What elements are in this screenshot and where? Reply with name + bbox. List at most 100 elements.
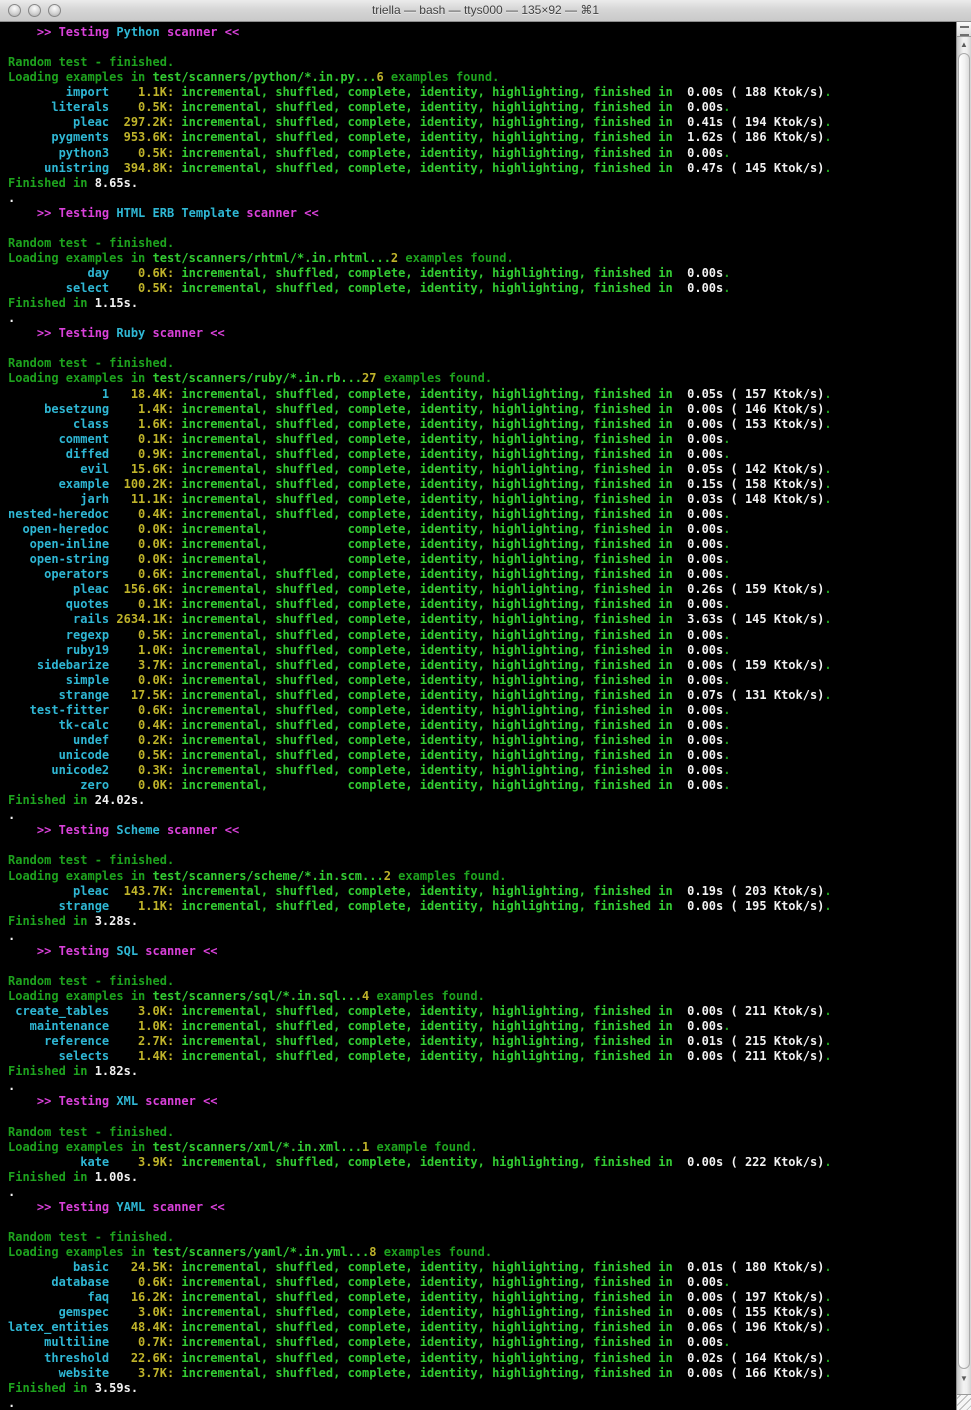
terminal-text-segment: . bbox=[824, 688, 831, 702]
terminal-line: >> Testing SQL scanner << bbox=[8, 944, 956, 959]
terminal-text-segment: incremental, shuffled, complete, identit… bbox=[174, 612, 673, 626]
terminal-text-segment: Loading examples in bbox=[8, 989, 153, 1003]
terminal-text-segment: comment bbox=[8, 432, 109, 446]
terminal-text-segment: . bbox=[8, 808, 15, 822]
terminal-text-segment: . bbox=[723, 1275, 730, 1289]
terminal-line: database 0.6K: incremental, shuffled, co… bbox=[8, 1275, 956, 1290]
terminal-text-segment: Finished in bbox=[8, 793, 95, 807]
resize-grip[interactable] bbox=[957, 1394, 971, 1410]
terminal-text-segment: Random test - finished. bbox=[8, 356, 174, 370]
terminal-text-segment: test/scanners/scheme/*.in.scm... bbox=[153, 869, 384, 883]
terminal-text-segment: create_tables bbox=[8, 1004, 109, 1018]
terminal-text-segment: . bbox=[8, 929, 15, 943]
terminal-text-segment: 24.02s. bbox=[95, 793, 146, 807]
window-title: triella — bash — ttys000 — 135×92 — ⌘1 bbox=[0, 0, 971, 22]
terminal-text-segment: scanner << bbox=[145, 326, 224, 340]
terminal-text-segment: . bbox=[824, 1004, 831, 1018]
terminal-text-segment: website bbox=[8, 1366, 109, 1380]
terminal-text-segment: . bbox=[723, 281, 730, 295]
terminal-text-segment: ( 158 Ktok/s) bbox=[723, 477, 824, 491]
terminal-text-segment: >> Testing bbox=[8, 25, 116, 39]
terminal-text-segment: >> Testing bbox=[8, 823, 116, 837]
terminal-text-segment: examples found. bbox=[376, 371, 492, 385]
terminal-text-segment: pygments bbox=[8, 130, 109, 144]
terminal-line: >> Testing YAML scanner << bbox=[8, 1200, 956, 1215]
terminal-text-segment: . bbox=[8, 1079, 15, 1093]
terminal-text-segment: 1.4K: bbox=[109, 1049, 174, 1063]
terminal-text-segment: ( 211 Ktok/s) bbox=[723, 1004, 824, 1018]
terminal-text-segment: 0.00s bbox=[673, 1019, 724, 1033]
terminal-text-segment: test/scanners/sql/*.in.sql... bbox=[153, 989, 363, 1003]
terminal-text-segment: . bbox=[723, 628, 730, 642]
terminal-line: unistring 394.8K: incremental, shuffled,… bbox=[8, 161, 956, 176]
terminal-text-segment: pleac bbox=[8, 884, 109, 898]
terminal-text-segment: Random test - finished. bbox=[8, 974, 174, 988]
terminal-text-segment: 297.2K: bbox=[109, 115, 174, 129]
terminal-text-segment: scanner << bbox=[160, 823, 239, 837]
terminal-text-segment: 0.07s bbox=[673, 688, 724, 702]
terminal-line: test-fitter 0.6K: incremental, shuffled,… bbox=[8, 703, 956, 718]
terminal-text-segment: 0.02s bbox=[673, 1351, 724, 1365]
terminal-text-segment: >> Testing bbox=[8, 326, 116, 340]
scroll-down-icon[interactable]: ▼ bbox=[957, 1371, 971, 1386]
terminal-text-segment: incremental, shuffled, complete, identit… bbox=[174, 281, 673, 295]
split-pane-button[interactable] bbox=[957, 22, 971, 37]
terminal-text-segment: . bbox=[824, 1260, 831, 1274]
terminal-line: Loading examples in test/scanners/rhtml/… bbox=[8, 251, 956, 266]
terminal-line: example 100.2K: incremental, shuffled, c… bbox=[8, 477, 956, 492]
terminal-text-segment: . bbox=[723, 146, 730, 160]
terminal-line: import 1.1K: incremental, shuffled, comp… bbox=[8, 85, 956, 100]
terminal-text-segment: ( 215 Ktok/s) bbox=[723, 1034, 824, 1048]
terminal-line: Random test - finished. bbox=[8, 356, 956, 371]
terminal-text-segment: pleac bbox=[8, 115, 109, 129]
terminal-line: website 3.7K: incremental, shuffled, com… bbox=[8, 1366, 956, 1381]
terminal-text-segment: 0.26s bbox=[673, 582, 724, 596]
terminal-text-segment: . bbox=[723, 673, 730, 687]
terminal-line: pleac 143.7K: incremental, shuffled, com… bbox=[8, 884, 956, 899]
terminal-text-segment: ( 145 Ktok/s) bbox=[723, 161, 824, 175]
terminal-text-segment: incremental, shuffled, complete, identit… bbox=[174, 703, 673, 717]
terminal-text-segment: ( 131 Ktok/s) bbox=[723, 688, 824, 702]
terminal-text-segment: day bbox=[8, 266, 109, 280]
terminal-line: pleac 297.2K: incremental, shuffled, com… bbox=[8, 115, 956, 130]
scrollbar-track[interactable]: ▲ ▼ bbox=[956, 22, 971, 1410]
terminal-text-segment: 0.00s bbox=[673, 673, 724, 687]
terminal-line: open-inline 0.0K: incremental, complete,… bbox=[8, 537, 956, 552]
terminal-text-segment: 24.5K: bbox=[109, 1260, 174, 1274]
terminal-text-segment: open-heredoc bbox=[8, 522, 109, 536]
terminal-line: rails 2634.1K: incremental, shuffled, co… bbox=[8, 612, 956, 627]
terminal-text-segment: 0.00s bbox=[673, 567, 724, 581]
terminal-text-segment: . bbox=[723, 733, 730, 747]
terminal-text-segment: test/scanners/ruby/*.in.rb... bbox=[153, 371, 363, 385]
terminal-text-segment: . bbox=[824, 1034, 831, 1048]
scroll-up-icon[interactable]: ▲ bbox=[957, 37, 971, 52]
terminal-text-segment: incremental, shuffled, complete, identit… bbox=[174, 597, 673, 611]
terminal-line: undef 0.2K: incremental, shuffled, compl… bbox=[8, 733, 956, 748]
terminal-text-segment: 0.0K: bbox=[109, 673, 174, 687]
terminal-text-segment: Finished in bbox=[8, 1170, 95, 1184]
terminal-text-segment: ( 146 Ktok/s) bbox=[723, 402, 824, 416]
terminal-text-segment: 0.00s bbox=[673, 778, 724, 792]
terminal-line: Loading examples in test/scanners/yaml/*… bbox=[8, 1245, 956, 1260]
terminal-text-segment: besetzung bbox=[8, 402, 109, 416]
terminal-line: Finished in 1.00s. bbox=[8, 1170, 956, 1185]
terminal-text-segment: example bbox=[8, 477, 109, 491]
terminal-text-segment: examples found. bbox=[398, 251, 514, 265]
terminal-line: strange 17.5K: incremental, shuffled, co… bbox=[8, 688, 956, 703]
scrollbar-thumb[interactable] bbox=[958, 53, 970, 1369]
terminal-text-segment: 1.6K: bbox=[109, 417, 174, 431]
terminal-text-segment: 3.7K: bbox=[109, 658, 174, 672]
terminal-text-segment: 0.00s bbox=[673, 281, 724, 295]
terminal-text-segment: ( 145 Ktok/s) bbox=[723, 612, 824, 626]
terminal-text-segment: incremental, shuffled, complete, identit… bbox=[174, 1275, 673, 1289]
terminal-text-segment: 0.00s bbox=[673, 718, 724, 732]
terminal-text-segment: . bbox=[723, 1335, 730, 1349]
terminal-line: basic 24.5K: incremental, shuffled, comp… bbox=[8, 1260, 956, 1275]
terminal-text-segment: 0.05s bbox=[673, 462, 724, 476]
terminal-window: triella — bash — ttys000 — 135×92 — ⌘1 >… bbox=[0, 0, 971, 1410]
terminal-text-segment: 0.0K: bbox=[109, 778, 174, 792]
terminal-line: >> Testing HTML ERB Template scanner << bbox=[8, 206, 956, 221]
terminal-text-segment: python3 bbox=[8, 146, 109, 160]
terminal-text-segment: 1.1K: bbox=[109, 899, 174, 913]
terminal-text-segment: incremental, shuffled, complete, identit… bbox=[174, 402, 673, 416]
